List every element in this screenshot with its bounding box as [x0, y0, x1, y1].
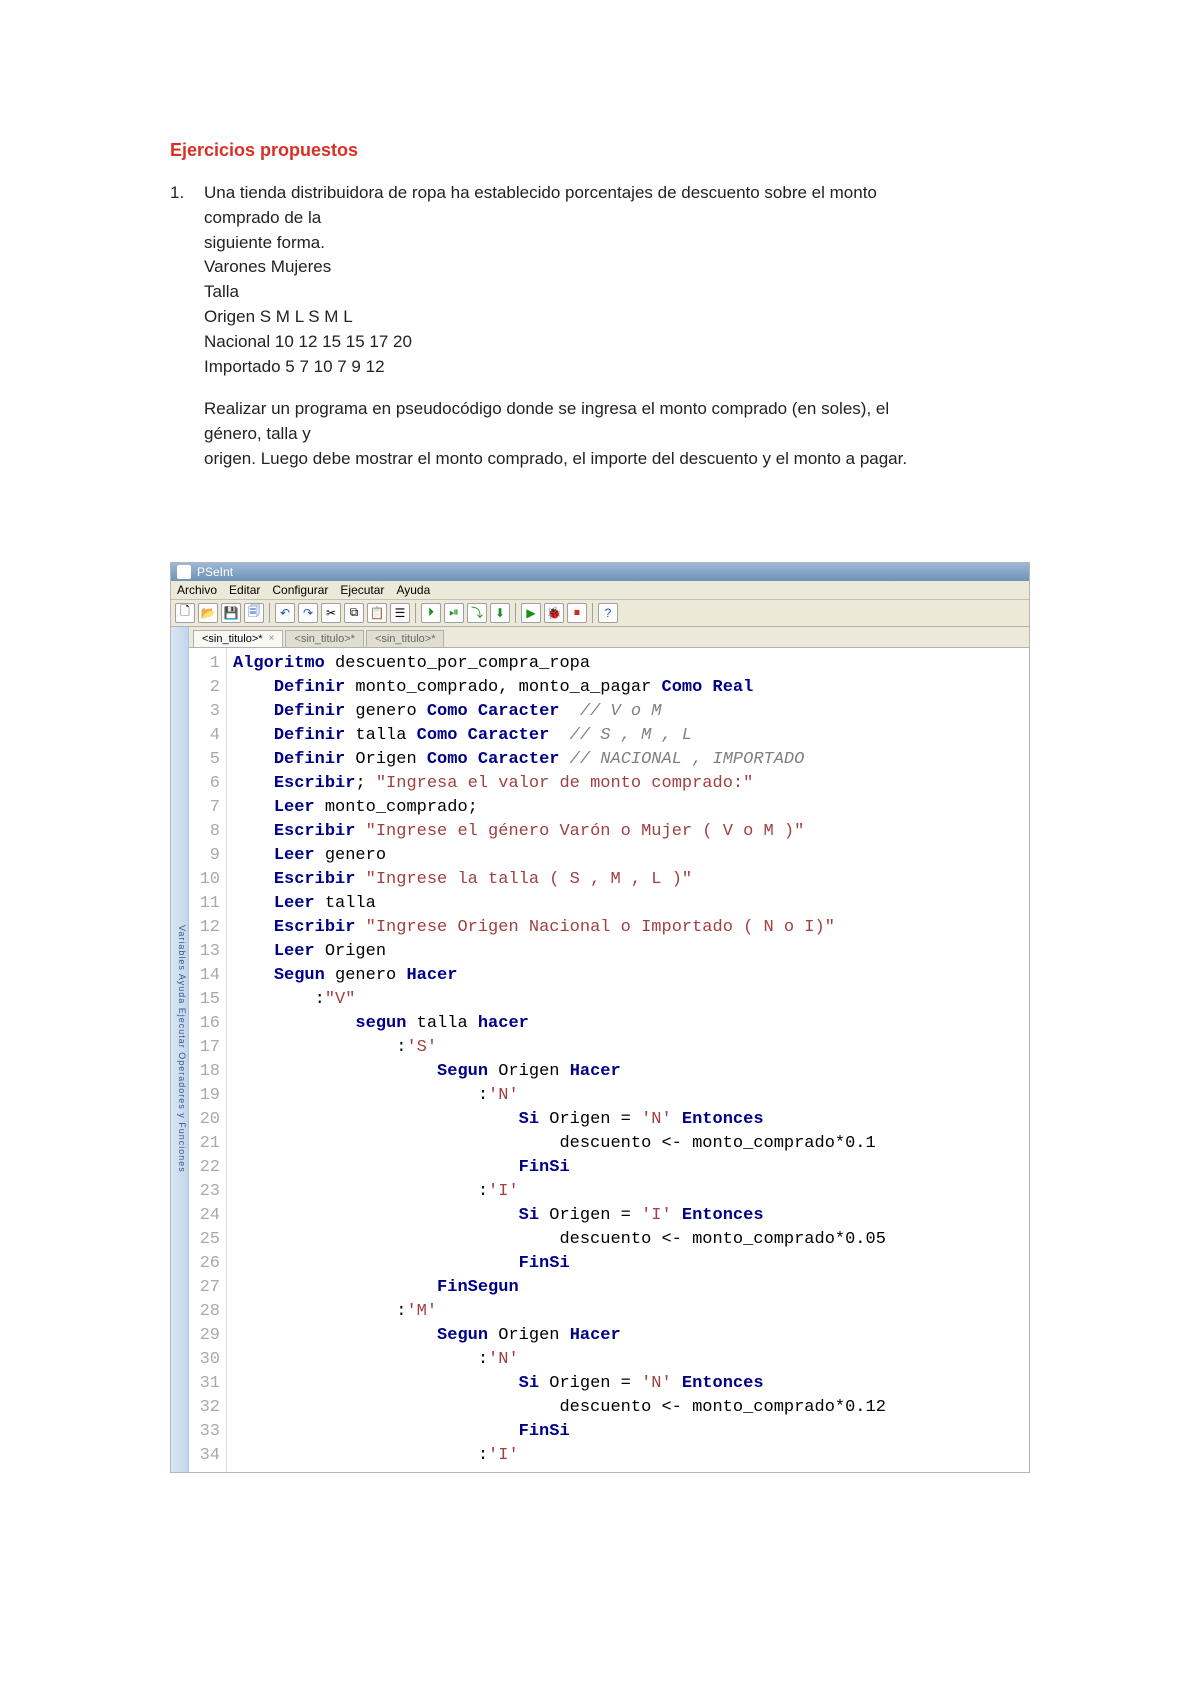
side-panel-tabs[interactable]: Variables Ayuda Ejecutar Operadores y Fu… [171, 627, 189, 1472]
menubar: Archivo Editar Configurar Ejecutar Ayuda [171, 581, 1029, 600]
text-line: género, talla y [204, 422, 1030, 446]
editor-tab-active[interactable]: <sin_titulo>* × [193, 630, 283, 647]
window-title: PSeInt [197, 565, 233, 579]
save-icon[interactable]: 💾 [221, 603, 241, 623]
toolbar-separator [269, 603, 270, 623]
text-line: Nacional 10 12 15 15 17 20 [204, 330, 1030, 354]
play-icon[interactable]: ▶ [521, 603, 541, 623]
tab-label: <sin_titulo>* [375, 633, 436, 645]
undo-icon[interactable]: ↶ [275, 603, 295, 623]
pseint-window: PSeInt Archivo Editar Configurar Ejecuta… [170, 562, 1030, 1473]
section-heading: Ejercicios propuestos [170, 140, 1030, 161]
close-icon[interactable]: × [269, 633, 275, 644]
text-line: Origen S M L S M L [204, 305, 1030, 329]
flow-icon[interactable]: ⬇ [490, 603, 510, 623]
saveall-icon[interactable]: 🗐 [244, 603, 264, 623]
cut-icon[interactable]: ✂ [321, 603, 341, 623]
code-editor[interactable]: 1234567891011121314151617181920212223242… [189, 648, 1029, 1472]
copy-icon[interactable]: ⧉ [344, 603, 364, 623]
menu-ejecutar[interactable]: Ejecutar [340, 583, 384, 597]
text-line: siguiente forma. [204, 231, 1030, 255]
exercise-number: 1. [170, 181, 190, 472]
tab-label: <sin_titulo>* [202, 633, 263, 645]
exercise-1: 1. Una tienda distribuidora de ropa ha e… [170, 181, 1030, 472]
text-line: origen. Luego debe mostrar el monto comp… [204, 447, 1030, 471]
text-line: Realizar un programa en pseudocódigo don… [204, 397, 1030, 421]
editor-tab[interactable]: <sin_titulo>* [366, 630, 445, 647]
stepinto-icon[interactable]: ⤵ [467, 603, 487, 623]
editor-tabstrip: <sin_titulo>* × <sin_titulo>* <sin_titul… [189, 627, 1029, 648]
window-titlebar[interactable]: PSeInt [171, 563, 1029, 581]
run-icon[interactable]: ⏵ [421, 603, 441, 623]
text-line: Varones Mujeres [204, 255, 1030, 279]
menu-editar[interactable]: Editar [229, 583, 260, 597]
stop-icon[interactable]: ⏹ [567, 603, 587, 623]
menu-archivo[interactable]: Archivo [177, 583, 217, 597]
open-icon[interactable]: 📂 [198, 603, 218, 623]
text-line: comprado de la [204, 206, 1030, 230]
toolbar-separator [415, 603, 416, 623]
app-icon [177, 565, 191, 579]
step-icon[interactable]: ⏯ [444, 603, 464, 623]
redo-icon[interactable]: ↷ [298, 603, 318, 623]
indent-icon[interactable]: ☰ [390, 603, 410, 623]
text-line: Importado 5 7 10 7 9 12 [204, 355, 1030, 379]
text-line: Talla [204, 280, 1030, 304]
editor-tab[interactable]: <sin_titulo>* [285, 630, 364, 647]
line-gutter: 1234567891011121314151617181920212223242… [189, 648, 227, 1472]
menu-configurar[interactable]: Configurar [272, 583, 328, 597]
tab-label: <sin_titulo>* [294, 633, 355, 645]
new-icon[interactable]: 🗋 [175, 603, 195, 623]
paste-icon[interactable]: 📋 [367, 603, 387, 623]
code-content[interactable]: Algoritmo descuento_por_compra_ropa Defi… [227, 648, 1029, 1472]
toolbar-separator [592, 603, 593, 623]
help-icon[interactable]: ? [598, 603, 618, 623]
debug-icon[interactable]: 🐞 [544, 603, 564, 623]
menu-ayuda[interactable]: Ayuda [396, 583, 430, 597]
toolbar-separator [515, 603, 516, 623]
text-line: Una tienda distribuidora de ropa ha esta… [204, 181, 1030, 205]
toolbar: 🗋 📂 💾 🗐 ↶ ↷ ✂ ⧉ 📋 ☰ ⏵ ⏯ ⤵ ⬇ ▶ 🐞 ⏹ [171, 600, 1029, 627]
